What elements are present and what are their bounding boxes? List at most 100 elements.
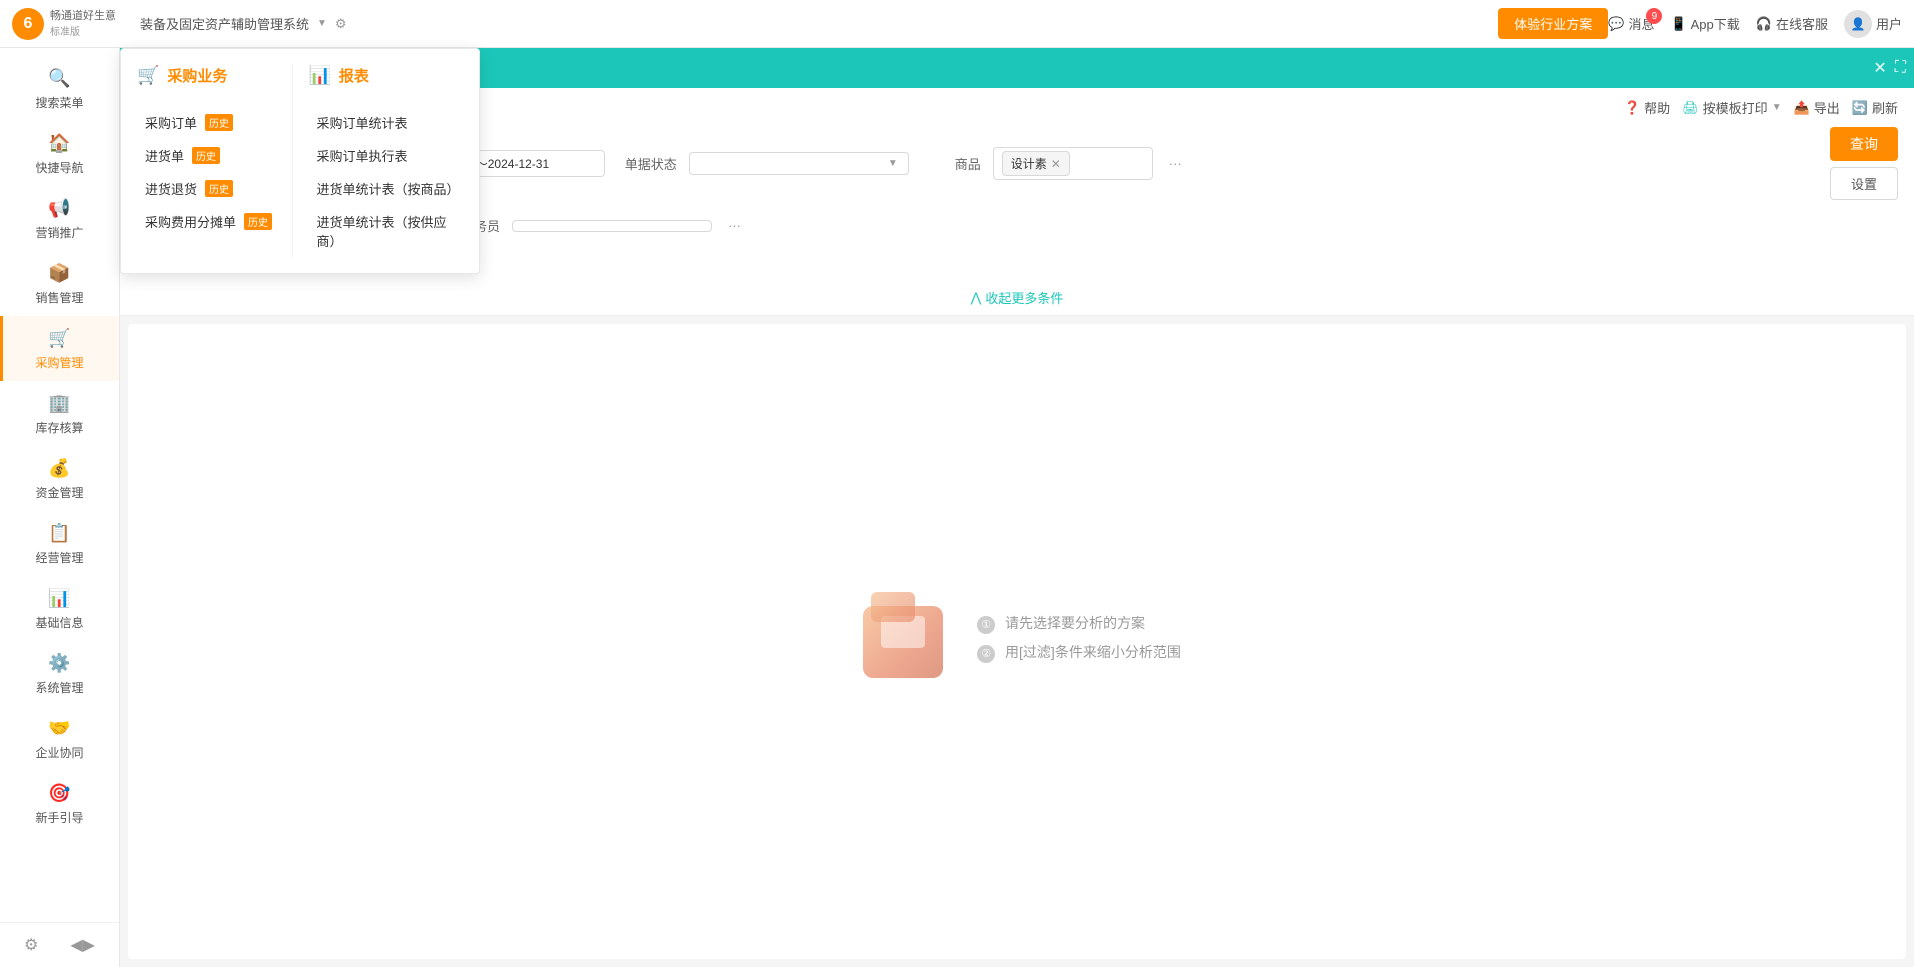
message-btn[interactable]: 💬 消息 9: [1608, 14, 1654, 33]
hint-num-1: ①: [977, 616, 995, 634]
topbar-right: 💬 消息 9 📱 App下载 🎧 在线客服 👤 用户: [1608, 10, 1902, 38]
title-arrow-icon[interactable]: ▼: [317, 18, 327, 29]
expense-history-badge: 历史: [244, 213, 272, 230]
date-range-value: ～2024-12-31: [476, 157, 549, 171]
doc-status-arrow-icon: ▼: [888, 158, 898, 169]
tab-bar-right: ✕ ⛶: [1873, 58, 1906, 78]
sidebar-label-finance: 资金管理: [35, 484, 83, 501]
sidebar: 🔍 搜索菜单 🏠 快捷导航 📢 营销推广 📦 销售管理 🛒 采购管理 🏢 库存核…: [0, 48, 120, 967]
sidebar-settings-btn[interactable]: ⚙: [24, 935, 38, 955]
empty-hints: ① 请先选择要分析的方案 ② 用[过滤]条件来缩小分析范围: [977, 613, 1181, 671]
user-label: 用户: [1876, 14, 1902, 33]
message-badge: 9: [1646, 8, 1662, 24]
print-arrow-icon[interactable]: ▼: [1772, 102, 1782, 113]
tab-bar-close-icon[interactable]: ✕: [1873, 58, 1886, 78]
report-col-title: 📊 报表: [309, 65, 464, 94]
sidebar-item-system[interactable]: ⚙️ 系统管理: [0, 641, 119, 706]
po-stats-label: 采购订单统计表: [317, 113, 408, 132]
expense-label: 采购费用分摊单: [145, 212, 236, 231]
help-icon: ❓: [1624, 100, 1640, 116]
goods-input-area[interactable]: 设计素 ✕: [993, 147, 1153, 180]
sidebar-collapse-btn[interactable]: ◀▶: [70, 935, 95, 955]
hint-num-2: ②: [977, 645, 995, 663]
purchase-col-title-text: 采购业务: [167, 65, 227, 86]
print-icon: 🖨: [1682, 100, 1699, 116]
purchase-order-history-badge: 历史: [205, 114, 233, 131]
logo-version: 标准版: [50, 23, 116, 38]
online-service-btn[interactable]: 🎧 在线客服: [1756, 14, 1828, 33]
dropdown-po-stats[interactable]: 采购订单统计表: [309, 106, 464, 139]
receipt-stats-supplier-label: 进货单统计表（按供应商）: [317, 212, 456, 250]
sidebar-item-basic-info[interactable]: 📊 基础信息: [0, 576, 119, 641]
goods-tag-close-icon[interactable]: ✕: [1051, 157, 1061, 171]
system-icon: ⚙️: [48, 651, 72, 675]
industry-btn[interactable]: 体验行业方案: [1498, 8, 1608, 39]
purchase-col-title: 🛒 采购业务: [137, 65, 292, 94]
sidebar-item-marketing[interactable]: 📢 营销推广: [0, 186, 119, 251]
salesperson-dots[interactable]: ···: [728, 218, 741, 233]
sidebar-label-purchase: 采购管理: [35, 354, 83, 371]
sidebar-item-management[interactable]: 📋 经营管理: [0, 511, 119, 576]
dropdown-receipt-stats-supplier[interactable]: 进货单统计表（按供应商）: [309, 205, 464, 257]
doc-status-select[interactable]: ▼: [689, 152, 909, 175]
logo-icon: 6: [12, 8, 44, 40]
dropdown-receipt-stats-goods[interactable]: 进货单统计表（按商品）: [309, 172, 464, 205]
query-btn[interactable]: 查询: [1830, 127, 1898, 161]
sidebar-label-guide: 新手引导: [35, 809, 83, 826]
goods-tag: 设计素 ✕: [1002, 151, 1070, 176]
collapse-label: 收起更多条件: [985, 288, 1063, 307]
sidebar-item-finance[interactable]: 💰 资金管理: [0, 446, 119, 511]
doc-status-label: 单据状态: [617, 154, 677, 173]
goods-label: 商品: [921, 154, 981, 173]
topbar-settings-icon[interactable]: ⚙: [335, 16, 347, 32]
phone-icon: 📱: [1670, 16, 1686, 32]
sidebar-label-sales: 销售管理: [35, 289, 83, 306]
dropdown-receipt[interactable]: 进货单 历史: [137, 139, 292, 172]
user-btn[interactable]: 👤 用户: [1844, 10, 1902, 38]
dropdown-purchase-order[interactable]: 采购订单 历史: [137, 106, 292, 139]
refresh-label: 刷新: [1872, 98, 1898, 117]
goods-dots[interactable]: ···: [1169, 156, 1182, 171]
receipt-history-badge: 历史: [192, 147, 220, 164]
search-icon: 🔍: [48, 66, 72, 90]
sidebar-item-guide[interactable]: 🎯 新手引导: [0, 771, 119, 836]
headset-icon: 🎧: [1756, 16, 1772, 32]
management-icon: 📋: [48, 521, 72, 545]
logo-text-block: 畅通道好生意 标准版: [50, 9, 116, 38]
sidebar-bottom: ⚙ ◀▶: [0, 922, 119, 967]
return-label: 进货退货: [145, 179, 197, 198]
dropdown-po-execution[interactable]: 采购订单执行表: [309, 139, 464, 172]
sidebar-item-nav[interactable]: 🏠 快捷导航: [0, 121, 119, 186]
empty-hint-1: ① 请先选择要分析的方案: [977, 613, 1181, 634]
sidebar-item-sales[interactable]: 📦 销售管理: [0, 251, 119, 316]
refresh-btn[interactable]: 🔄 刷新: [1852, 98, 1898, 117]
dropdown-expense[interactable]: 采购费用分摊单 历史: [137, 205, 292, 238]
sidebar-item-search[interactable]: 🔍 搜索菜单: [0, 56, 119, 121]
finance-icon: 💰: [48, 456, 72, 480]
salesperson-input[interactable]: [512, 220, 712, 232]
refresh-icon: 🔄: [1852, 100, 1868, 116]
po-execution-label: 采购订单执行表: [317, 146, 408, 165]
topbar-title-area: 装备及固定资产辅助管理系统 ▼ ⚙: [132, 14, 1498, 33]
sidebar-item-inventory[interactable]: 🏢 库存核算: [0, 381, 119, 446]
marketing-icon: 📢: [48, 196, 72, 220]
online-service-label: 在线客服: [1776, 14, 1828, 33]
export-btn[interactable]: 📤 导出: [1794, 98, 1840, 117]
settings-btn[interactable]: 设置: [1830, 167, 1898, 200]
report-col-title-text: 报表: [339, 65, 369, 86]
help-btn[interactable]: ❓ 帮助: [1624, 98, 1670, 117]
sidebar-item-purchase[interactable]: 🛒 采购管理: [0, 316, 119, 381]
sidebar-item-collab[interactable]: 🤝 企业协同: [0, 706, 119, 771]
sidebar-label-marketing: 营销推广: [35, 224, 83, 241]
purchase-order-label: 采购订单: [145, 113, 197, 132]
date-range-input[interactable]: ～2024-12-31: [465, 150, 605, 177]
dropdown-return[interactable]: 进货退货 历史: [137, 172, 292, 205]
app-download-btn[interactable]: 📱 App下载: [1670, 14, 1739, 33]
export-icon: 📤: [1794, 100, 1810, 116]
tab-bar-expand-icon[interactable]: ⛶: [1895, 59, 1906, 77]
message-icon: 💬: [1608, 16, 1624, 32]
print-btn[interactable]: 🖨 按模板打印 ▼: [1682, 98, 1781, 117]
purchase-dropdown-menu: 🛒 采购业务 采购订单 历史 进货单 历史 进货退货 历史 采购费用分摊单 历史…: [120, 48, 480, 274]
collapse-btn[interactable]: ⋀ 收起更多条件: [136, 280, 1898, 315]
print-label: 按模板打印: [1703, 98, 1768, 117]
